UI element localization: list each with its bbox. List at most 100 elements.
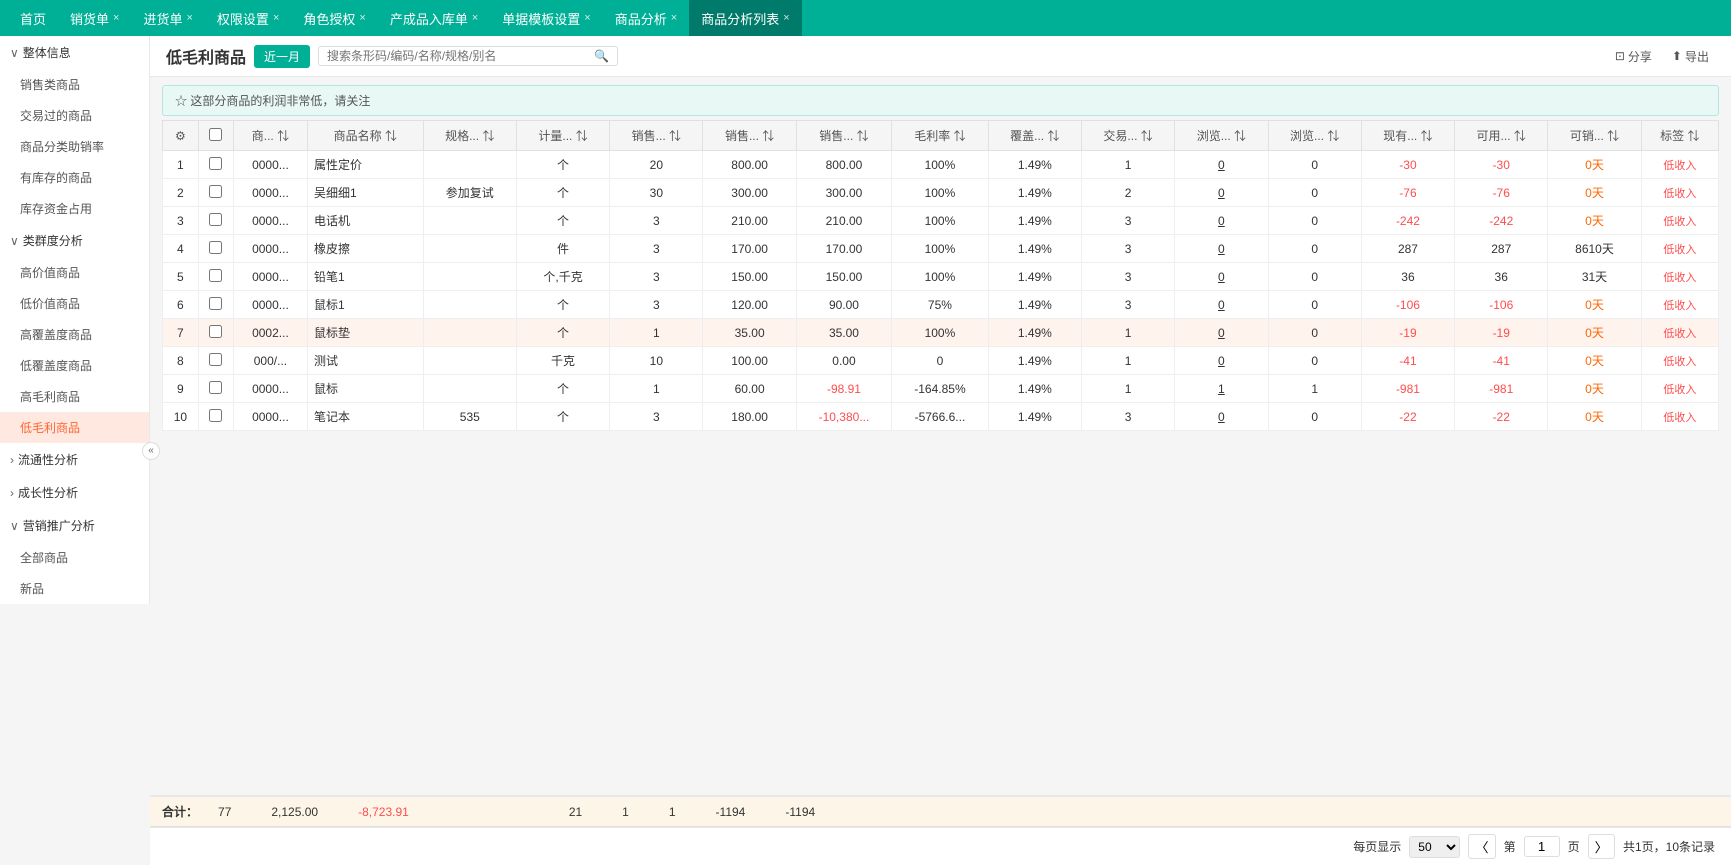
- sidebar-item-sales-goods[interactable]: 销售类商品: [0, 69, 149, 100]
- row-select-checkbox[interactable]: [209, 353, 222, 366]
- col-code[interactable]: 商... ⇅: [233, 121, 307, 151]
- row-name[interactable]: 吴细细1: [307, 179, 423, 207]
- row-checkbox[interactable]: [198, 403, 233, 431]
- share-button[interactable]: ⊡ 分享: [1609, 45, 1658, 68]
- row-checkbox[interactable]: [198, 291, 233, 319]
- sidebar-collapse-button[interactable]: «: [142, 442, 160, 460]
- close-icon[interactable]: ×: [186, 12, 192, 24]
- col-current[interactable]: 现有... ⇅: [1361, 121, 1454, 151]
- row-select-checkbox[interactable]: [209, 409, 222, 422]
- col-gross-margin[interactable]: 毛利率 ⇅: [892, 121, 989, 151]
- col-saleable[interactable]: 可销... ⇅: [1548, 121, 1641, 151]
- select-all-checkbox[interactable]: [209, 128, 222, 141]
- row-view1[interactable]: 0: [1175, 347, 1268, 375]
- close-icon[interactable]: ×: [671, 12, 677, 24]
- sidebar-item-high-margin[interactable]: 高毛利商品: [0, 381, 149, 412]
- row-select-checkbox[interactable]: [209, 157, 222, 170]
- row-checkbox[interactable]: [198, 263, 233, 291]
- row-view1[interactable]: 0: [1175, 403, 1268, 431]
- col-available[interactable]: 可用... ⇅: [1455, 121, 1548, 151]
- sidebar-item-all-goods[interactable]: 全部商品: [0, 542, 149, 573]
- sidebar-item-high-value[interactable]: 高价值商品: [0, 257, 149, 288]
- sidebar-item-inventory-goods[interactable]: 有库存的商品: [0, 162, 149, 193]
- view1-link[interactable]: 0: [1218, 326, 1225, 340]
- view1-link[interactable]: 0: [1218, 186, 1225, 200]
- close-icon[interactable]: ×: [783, 12, 789, 24]
- row-select-checkbox[interactable]: [209, 297, 222, 310]
- row-select-checkbox[interactable]: [209, 269, 222, 282]
- row-name[interactable]: 笔记本: [307, 403, 423, 431]
- sidebar-item-low-margin[interactable]: 低毛利商品: [0, 412, 149, 443]
- col-settings[interactable]: ⚙: [163, 121, 199, 151]
- nav-permissions[interactable]: 权限设置 ×: [205, 0, 291, 36]
- row-view1[interactable]: 0: [1175, 151, 1268, 179]
- close-icon[interactable]: ×: [584, 12, 590, 24]
- next-page-button[interactable]: 〉: [1588, 834, 1615, 859]
- row-checkbox[interactable]: [198, 207, 233, 235]
- row-checkbox[interactable]: [198, 375, 233, 403]
- view1-link[interactable]: 0: [1218, 410, 1225, 424]
- row-view1[interactable]: 0: [1175, 179, 1268, 207]
- page-size-select[interactable]: 50 100 200: [1409, 836, 1460, 858]
- col-coverage[interactable]: 覆盖... ⇅: [988, 121, 1081, 151]
- col-checkbox[interactable]: [198, 121, 233, 151]
- sidebar-item-low-value[interactable]: 低价值商品: [0, 288, 149, 319]
- nav-goods-analysis[interactable]: 商品分析 ×: [603, 0, 689, 36]
- row-view1[interactable]: 0: [1175, 235, 1268, 263]
- sidebar-item-category-rate[interactable]: 商品分类助销率: [0, 131, 149, 162]
- prev-page-button[interactable]: 〈: [1468, 834, 1495, 859]
- view1-link[interactable]: 0: [1218, 214, 1225, 228]
- search-icon[interactable]: 🔍: [594, 49, 609, 63]
- nav-roles[interactable]: 角色授权 ×: [291, 0, 377, 36]
- sidebar-item-high-coverage[interactable]: 高覆盖度商品: [0, 319, 149, 350]
- row-select-checkbox[interactable]: [209, 185, 222, 198]
- col-name[interactable]: 商品名称 ⇅: [307, 121, 423, 151]
- col-trade[interactable]: 交易... ⇅: [1081, 121, 1174, 151]
- nav-purchase[interactable]: 进货单 ×: [131, 0, 204, 36]
- row-view1[interactable]: 1: [1175, 375, 1268, 403]
- sidebar-item-inventory-capital[interactable]: 库存资金占用: [0, 193, 149, 224]
- page-number-input[interactable]: [1524, 836, 1560, 857]
- sidebar-group-liquidity[interactable]: › 流通性分析: [0, 443, 149, 476]
- close-icon[interactable]: ×: [113, 12, 119, 24]
- col-sales-price[interactable]: 销售... ⇅: [703, 121, 796, 151]
- col-view2[interactable]: 浏览... ⇅: [1268, 121, 1361, 151]
- close-icon[interactable]: ×: [359, 12, 365, 24]
- nav-goods-analysis-list[interactable]: 商品分析列表 ×: [689, 0, 801, 36]
- view1-link[interactable]: 0: [1218, 242, 1225, 256]
- row-name[interactable]: 鼠标垫: [307, 319, 423, 347]
- row-view1[interactable]: 0: [1175, 319, 1268, 347]
- col-spec[interactable]: 规格... ⇅: [423, 121, 516, 151]
- nav-sales[interactable]: 销货单 ×: [58, 0, 131, 36]
- col-sales-qty[interactable]: 销售... ⇅: [610, 121, 703, 151]
- row-checkbox[interactable]: [198, 151, 233, 179]
- sidebar-group-marketing[interactable]: ∨ 营销推广分析: [0, 509, 149, 542]
- sidebar-group-growth[interactable]: › 成长性分析: [0, 476, 149, 509]
- sidebar-group-cluster[interactable]: ∨ 类群度分析: [0, 224, 149, 257]
- row-name[interactable]: 铅笔1: [307, 263, 423, 291]
- sidebar-item-new-goods[interactable]: 新品: [0, 573, 149, 604]
- view1-link[interactable]: 1: [1218, 382, 1225, 396]
- sidebar-group-general[interactable]: ∨ 整体信息: [0, 36, 149, 69]
- row-name[interactable]: 鼠标: [307, 375, 423, 403]
- view1-link[interactable]: 0: [1218, 158, 1225, 172]
- view1-link[interactable]: 0: [1218, 270, 1225, 284]
- row-view1[interactable]: 0: [1175, 207, 1268, 235]
- view1-link[interactable]: 0: [1218, 298, 1225, 312]
- row-name[interactable]: 鼠标1: [307, 291, 423, 319]
- nav-finished-goods[interactable]: 产成品入库单 ×: [378, 0, 490, 36]
- col-tag[interactable]: 标签 ⇅: [1641, 121, 1718, 151]
- export-button[interactable]: ⬆ 导出: [1666, 45, 1715, 68]
- sidebar-item-traded-goods[interactable]: 交易过的商品: [0, 100, 149, 131]
- sidebar-item-low-coverage[interactable]: 低覆盖度商品: [0, 350, 149, 381]
- row-name[interactable]: 属性定价: [307, 151, 423, 179]
- row-name[interactable]: 测试: [307, 347, 423, 375]
- close-icon[interactable]: ×: [472, 12, 478, 24]
- row-select-checkbox[interactable]: [209, 325, 222, 338]
- filter-recent-month-button[interactable]: 近一月: [254, 45, 310, 68]
- row-checkbox[interactable]: [198, 235, 233, 263]
- nav-home[interactable]: 首页: [8, 0, 58, 36]
- search-input[interactable]: [327, 49, 594, 63]
- row-name[interactable]: 电话机: [307, 207, 423, 235]
- row-view1[interactable]: 0: [1175, 291, 1268, 319]
